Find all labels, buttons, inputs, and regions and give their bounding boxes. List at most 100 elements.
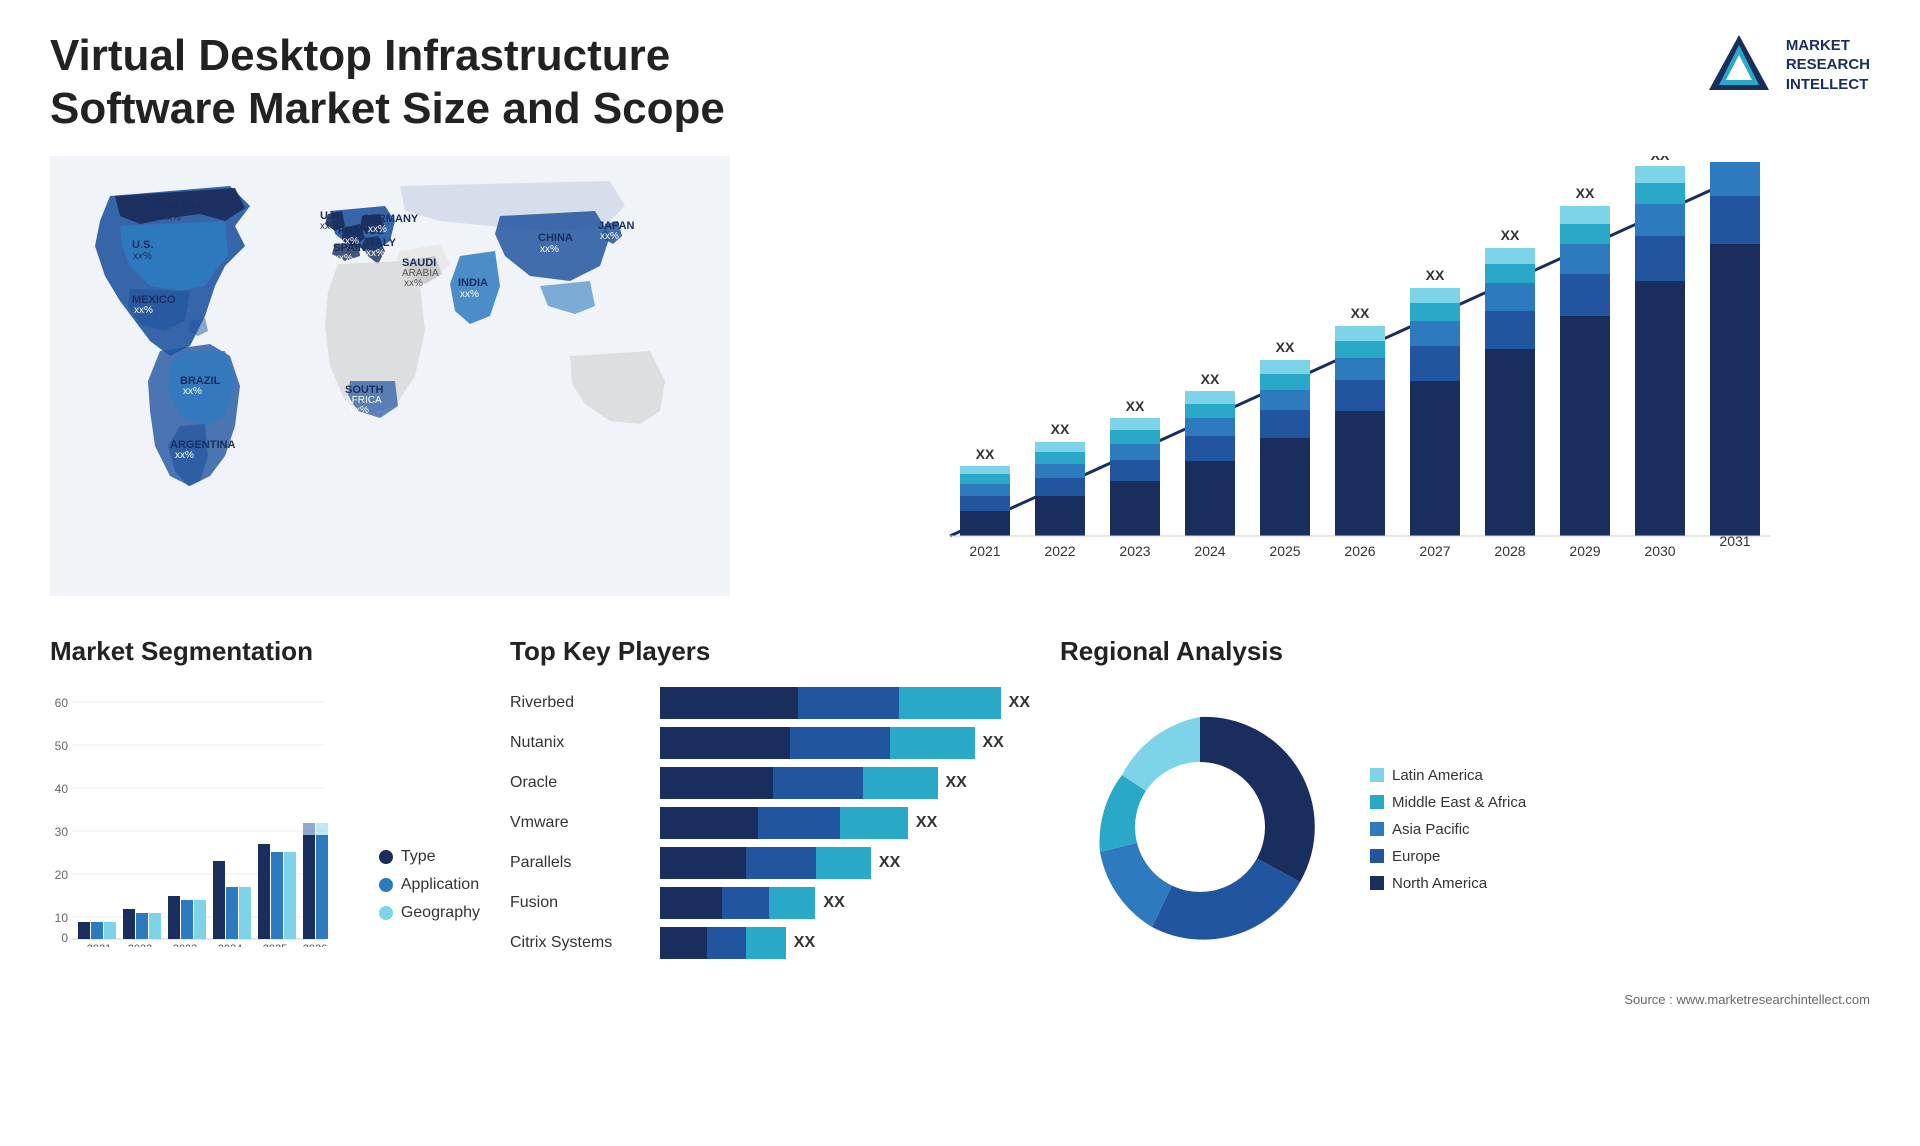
player-value: XX: [916, 814, 937, 832]
player-name: Riverbed: [510, 694, 650, 712]
svg-text:2022: 2022: [1044, 543, 1075, 559]
list-item: Asia Pacific: [1370, 821, 1526, 838]
bar-seg-light: [899, 687, 1000, 719]
svg-text:2025: 2025: [1269, 543, 1300, 559]
market-segmentation: Market Segmentation 60 50 40 30 20 10 0: [50, 636, 480, 952]
svg-text:XX: XX: [1126, 398, 1145, 414]
svg-text:2021: 2021: [969, 543, 1000, 559]
bar-seg-mid: [746, 847, 816, 879]
svg-text:2024: 2024: [1194, 543, 1225, 559]
donut-svg: [1060, 687, 1340, 967]
mexico-value: xx%: [134, 305, 153, 316]
player-name: Nutanix: [510, 734, 650, 752]
bar-seg-mid: [790, 727, 890, 759]
player-bar: [660, 727, 975, 759]
svg-text:2026: 2026: [303, 943, 327, 947]
player-name: Parallels: [510, 854, 650, 872]
india-value: xx%: [460, 289, 479, 300]
geography-dot: [379, 906, 393, 920]
latin-america-color: [1370, 768, 1384, 782]
svg-text:2026: 2026: [1344, 543, 1375, 559]
bar-seg-light: [769, 887, 816, 919]
player-bar-container: XX: [660, 807, 1030, 839]
svg-text:2022: 2022: [128, 943, 152, 947]
table-row: Vmware XX: [510, 807, 1030, 839]
india-label: INDIA: [458, 277, 488, 289]
bar-seg-mid: [758, 807, 841, 839]
player-bar-container: XX: [660, 767, 1030, 799]
type-dot: [379, 850, 393, 864]
table-row: Nutanix XX: [510, 727, 1030, 759]
bar-seg-mid: [722, 887, 769, 919]
svg-text:2030: 2030: [1644, 543, 1675, 559]
svg-text:2029: 2029: [1569, 543, 1600, 559]
asia-pacific-label: Asia Pacific: [1392, 821, 1470, 838]
seg-chart-container: 60 50 40 30 20 10 0: [50, 687, 480, 952]
type-label: Type: [401, 848, 436, 866]
bar-seg-dark: [660, 767, 773, 799]
key-players-title: Top Key Players: [510, 636, 1030, 667]
svg-text:XX: XX: [1276, 339, 1295, 355]
player-bar-container: XX: [660, 847, 1030, 879]
legend-application: Application: [379, 876, 480, 894]
svg-text:XX: XX: [1501, 227, 1520, 243]
bar-seg-mid: [707, 927, 746, 959]
player-bar: [660, 807, 908, 839]
bar-seg-mid: [773, 767, 863, 799]
europe-color: [1370, 849, 1384, 863]
logo-text: MARKET RESEARCH INTELLECT: [1786, 36, 1870, 95]
logo-icon: [1704, 30, 1774, 100]
top-section: CANADA xx% U.S. xx% MEXICO xx% BRAZIL xx…: [50, 156, 1870, 596]
table-row: Oracle XX: [510, 767, 1030, 799]
bottom-section: Market Segmentation 60 50 40 30 20 10 0: [50, 636, 1870, 1007]
page-title: Virtual Desktop Infrastructure Software …: [50, 30, 750, 136]
us-value: xx%: [133, 251, 152, 262]
spain-value: xx%: [334, 253, 353, 264]
svg-text:10: 10: [55, 911, 69, 925]
svg-text:50: 50: [55, 739, 69, 753]
bar-seg-dark: [660, 807, 758, 839]
player-name: Oracle: [510, 774, 650, 792]
player-bar-container: XX: [660, 887, 1030, 919]
player-value: XX: [794, 934, 815, 952]
segmentation-title: Market Segmentation: [50, 636, 480, 667]
svg-text:XX: XX: [1351, 305, 1370, 321]
growth-chart: XX 2021 XX 2022 XX 2023: [770, 156, 1870, 596]
svg-text:XX: XX: [1426, 267, 1445, 283]
china-value: xx%: [540, 244, 559, 255]
north-america-label: North America: [1392, 875, 1487, 892]
bar-seg-dark: [660, 687, 798, 719]
svg-text:XX: XX: [1651, 156, 1670, 163]
map-area: CANADA xx% U.S. xx% MEXICO xx% BRAZIL xx…: [50, 156, 730, 596]
player-value: XX: [879, 854, 900, 872]
geography-label: Geography: [401, 904, 480, 922]
logo-area: MARKET RESEARCH INTELLECT: [1704, 30, 1870, 100]
seg-legend: Type Application Geography: [379, 848, 480, 952]
seg-chart-svg: 60 50 40 30 20 10 0: [50, 687, 330, 947]
table-row: Fusion XX: [510, 887, 1030, 919]
player-value: XX: [983, 734, 1004, 752]
mea-color: [1370, 795, 1384, 809]
mea-label: Middle East & Africa: [1392, 794, 1526, 811]
legend-geography: Geography: [379, 904, 480, 922]
table-row: Riverbed XX: [510, 687, 1030, 719]
growth-chart-area: XX 2021 XX 2022 XX 2023: [770, 156, 1870, 596]
application-dot: [379, 878, 393, 892]
regional-chart: Latin America Middle East & Africa Asia …: [1060, 687, 1870, 972]
regional-legend: Latin America Middle East & Africa Asia …: [1370, 767, 1526, 892]
player-bar-container: XX: [660, 927, 1030, 959]
player-value: XX: [823, 894, 844, 912]
svg-text:0: 0: [61, 931, 68, 945]
page-container: Virtual Desktop Infrastructure Software …: [0, 0, 1920, 1146]
uk-value: xx%: [320, 221, 339, 232]
bar-seg-light: [863, 767, 938, 799]
bar-seg-dark: [660, 927, 707, 959]
regional-analysis: Regional Analysis: [1060, 636, 1870, 1007]
player-bar: [660, 847, 871, 879]
seg-chart: 60 50 40 30 20 10 0: [50, 687, 359, 952]
player-value: XX: [1009, 694, 1030, 712]
canada-label: CANADA: [155, 200, 203, 212]
player-value: XX: [946, 774, 967, 792]
north-america-color: [1370, 876, 1384, 890]
japan-value: xx%: [600, 231, 619, 242]
